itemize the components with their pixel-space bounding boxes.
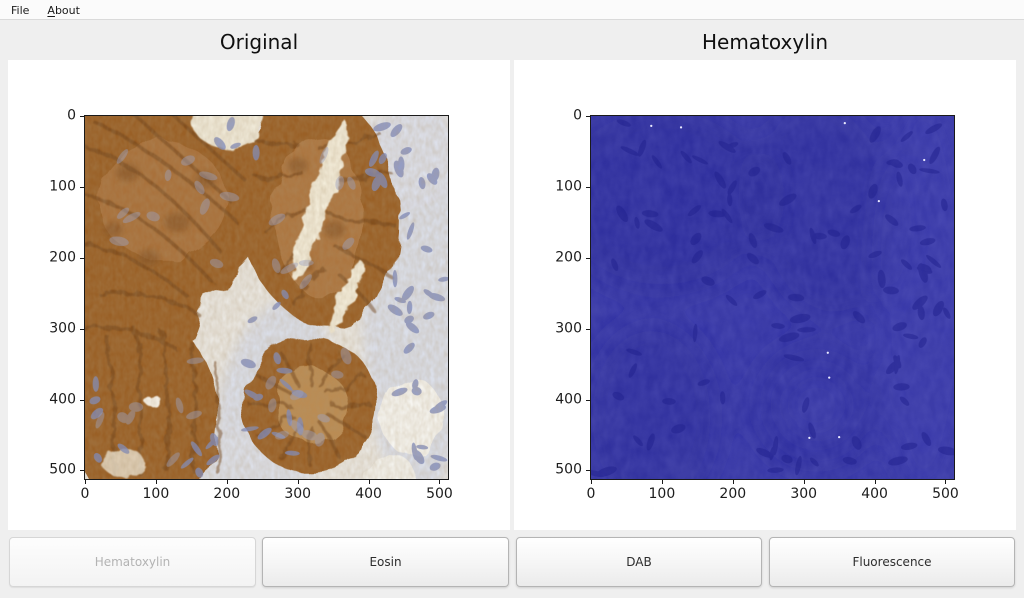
y-tick-mark xyxy=(80,328,84,330)
y-tick-mark xyxy=(80,186,84,188)
y-tick-mark xyxy=(586,186,590,188)
hematoxylin-image xyxy=(591,116,954,479)
y-tick-mark xyxy=(586,116,590,117)
x-tick-label: 200 xyxy=(719,486,747,502)
menubar: File About xyxy=(0,0,1024,20)
y-tick-mark xyxy=(586,257,590,259)
hematoxylin-plot-area: 0 100 200 300 400 500 0 100 200 300 400 500 xyxy=(555,108,959,502)
x-tick-label: 500 xyxy=(932,486,959,502)
original-panel: 0 100 200 300 400 500 0 100 200 300 400 500 xyxy=(8,60,510,530)
y-tick-label: 500 xyxy=(49,462,76,479)
y-tick-mark xyxy=(80,257,84,259)
x-tick-mark xyxy=(297,480,299,484)
y-tick-label: 0 xyxy=(67,107,76,124)
x-tick-label: 200 xyxy=(213,486,241,502)
y-tick-label: 100 xyxy=(555,178,582,195)
y-tick-mark xyxy=(80,116,84,117)
x-tick-label: 500 xyxy=(426,486,453,502)
x-tick-label: 0 xyxy=(586,486,596,502)
y-tick-label: 400 xyxy=(49,391,76,408)
y-tick-mark xyxy=(586,399,590,401)
x-tick-label: 400 xyxy=(355,486,382,502)
y-tick-mark xyxy=(586,328,590,330)
hematoxylin-panel-title: Hematoxylin xyxy=(701,30,828,54)
menu-file[interactable]: File xyxy=(2,0,38,19)
x-tick-mark xyxy=(439,480,441,484)
x-tick-mark xyxy=(732,480,734,484)
y-tick-mark xyxy=(586,470,590,472)
y-tick-label: 200 xyxy=(555,249,582,266)
x-tick-mark xyxy=(368,480,370,484)
x-tick-label: 100 xyxy=(648,486,676,502)
dab-button[interactable]: DAB xyxy=(516,537,762,587)
x-tick-mark xyxy=(874,480,876,484)
x-tick-label: 400 xyxy=(861,486,888,502)
original-plot-area: 0 100 200 300 400 500 0 100 200 300 400 500 xyxy=(49,108,453,502)
x-tick-mark xyxy=(945,480,947,484)
x-tick-label: 100 xyxy=(142,486,170,502)
y-tick-label: 200 xyxy=(49,249,76,266)
y-tick-label: 300 xyxy=(555,320,582,337)
y-tick-label: 500 xyxy=(555,462,582,479)
original-panel-title: Original xyxy=(219,30,299,54)
y-tick-mark xyxy=(80,399,84,401)
x-tick-mark xyxy=(155,480,157,484)
fluorescence-button[interactable]: Fluorescence xyxy=(769,537,1015,587)
original-image xyxy=(85,116,448,479)
eosin-button[interactable]: Eosin xyxy=(262,537,509,587)
x-tick-mark xyxy=(661,480,663,484)
hematoxylin-button[interactable]: Hematoxylin xyxy=(9,537,256,587)
y-tick-label: 300 xyxy=(49,320,76,337)
y-tick-label: 0 xyxy=(573,107,582,124)
x-tick-mark xyxy=(85,480,86,484)
y-tick-label: 100 xyxy=(49,178,76,195)
x-tick-label: 300 xyxy=(284,486,312,502)
menu-about[interactable]: About xyxy=(38,0,89,19)
x-tick-mark xyxy=(226,480,228,484)
x-tick-mark xyxy=(803,480,805,484)
x-tick-label: 300 xyxy=(790,486,818,502)
x-tick-label: 0 xyxy=(80,486,90,502)
y-tick-label: 400 xyxy=(555,391,582,408)
x-tick-mark xyxy=(591,480,592,484)
y-tick-mark xyxy=(80,470,84,472)
hematoxylin-panel: 0 100 200 300 400 500 0 100 200 300 400 500 xyxy=(514,60,1016,530)
